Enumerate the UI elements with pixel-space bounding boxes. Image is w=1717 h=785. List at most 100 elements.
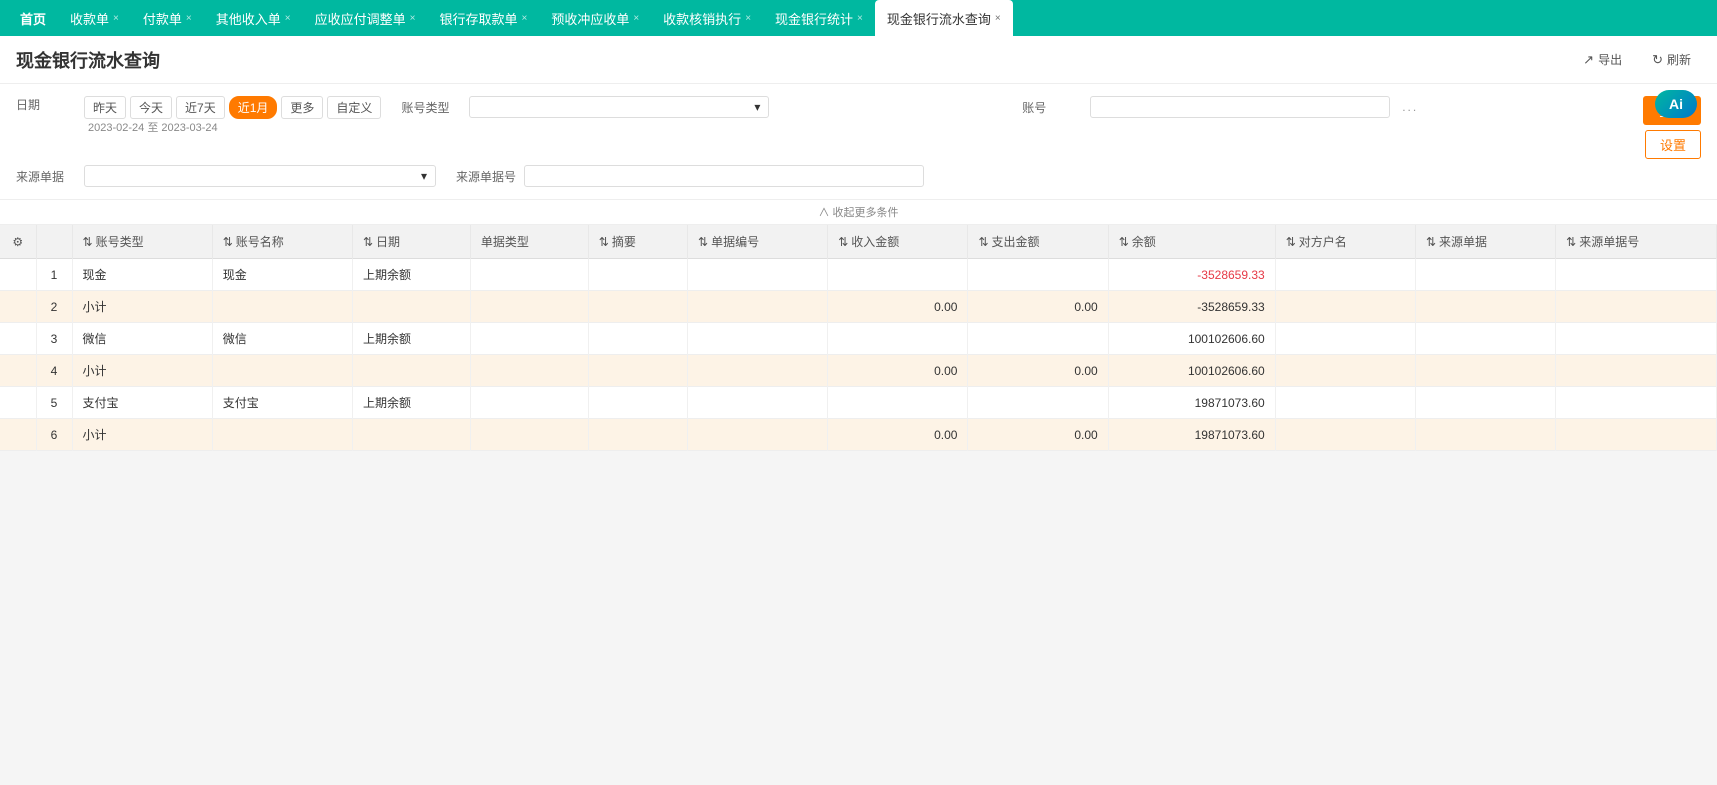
nav-item-fukuandan[interactable]: 付款单 × (131, 0, 204, 36)
td-summary (588, 419, 687, 451)
nav-item-shoukuandan[interactable]: 收款单 × (58, 0, 131, 36)
td-settings (0, 323, 36, 355)
account-dots[interactable]: ... (1398, 100, 1422, 114)
table-body: 1 现金 现金 上期余额 -3528659.33 2 小计 0.00 0.00 … (0, 259, 1717, 451)
nav-close-icon[interactable]: × (186, 13, 192, 24)
th-date[interactable]: ⇅日期 (352, 225, 470, 259)
date-btn-yesterday[interactable]: 昨天 (84, 96, 126, 119)
table-row[interactable]: 1 现金 现金 上期余额 -3528659.33 (0, 259, 1717, 291)
table-row[interactable]: 3 微信 微信 上期余额 100102606.60 (0, 323, 1717, 355)
table-row[interactable]: 2 小计 0.00 0.00 -3528659.33 (0, 291, 1717, 323)
td-date (352, 355, 470, 387)
nav-close-icon[interactable]: × (995, 13, 1001, 24)
th-account-type[interactable]: ⇅账号类型 (72, 225, 212, 259)
source-doc-no-input[interactable] (524, 165, 924, 187)
td-doc-no (688, 291, 828, 323)
td-account-type: 小计 (72, 291, 212, 323)
td-doc-type (470, 323, 588, 355)
td-doc-no (688, 419, 828, 451)
td-index: 1 (36, 259, 72, 291)
date-range-display: 2023-02-24 至 2023-03-24 (88, 119, 381, 135)
nav-close-icon[interactable]: × (521, 13, 527, 24)
date-btn-1month[interactable]: 近1月 (229, 96, 278, 119)
date-btn-7days[interactable]: 近7天 (176, 96, 225, 119)
th-index (36, 225, 72, 259)
nav-item-yingshoutiaozheng[interactable]: 应收应付调整单 × (303, 0, 428, 36)
nav-item-qitashouru[interactable]: 其他收入单 × (204, 0, 303, 36)
th-expense[interactable]: ⇅支出金额 (968, 225, 1108, 259)
ai-assistant-button[interactable]: Ai (1655, 90, 1697, 118)
td-balance: 19871073.60 (1108, 419, 1275, 451)
th-settings[interactable]: ⚙ (0, 225, 36, 259)
th-account-name[interactable]: ⇅账号名称 (212, 225, 352, 259)
settings-button[interactable]: 设置 (1645, 130, 1701, 159)
td-account-type: 小计 (72, 419, 212, 451)
nav-close-icon[interactable]: × (745, 13, 751, 24)
td-expense (968, 259, 1108, 291)
source-doc-select[interactable]: ▾ (84, 165, 436, 187)
nav-item-shoukuanzhixing[interactable]: 收款核销执行 × (651, 0, 763, 36)
refresh-button[interactable]: ↻ 刷新 (1642, 47, 1701, 72)
td-expense: 0.00 (968, 355, 1108, 387)
td-source-doc (1415, 259, 1555, 291)
th-balance[interactable]: ⇅余额 (1108, 225, 1275, 259)
td-doc-type (470, 387, 588, 419)
th-doc-no[interactable]: ⇅单据编号 (688, 225, 828, 259)
td-account-type: 现金 (72, 259, 212, 291)
td-source-doc (1415, 355, 1555, 387)
data-table-container: ⚙ ⇅账号类型 ⇅账号名称 ⇅日期 单据类型 ⇅摘要 (0, 225, 1717, 451)
td-account-name (212, 355, 352, 387)
nav-home[interactable]: 首页 (8, 0, 58, 36)
account-input[interactable] (1090, 96, 1390, 118)
td-doc-no (688, 323, 828, 355)
th-source-doc[interactable]: ⇅来源单据 (1415, 225, 1555, 259)
nav-item-yinghangcunqu[interactable]: 银行存取款单 × (427, 0, 539, 36)
table-row[interactable]: 6 小计 0.00 0.00 19871073.60 (0, 419, 1717, 451)
nav-close-icon[interactable]: × (410, 13, 416, 24)
td-date (352, 291, 470, 323)
nav-close-icon[interactable]: × (857, 13, 863, 24)
date-btn-today[interactable]: 今天 (130, 96, 172, 119)
collapse-arrow-icon: ∧ (818, 207, 832, 219)
td-account-name: 微信 (212, 323, 352, 355)
nav-close-icon[interactable]: × (285, 13, 291, 24)
td-account-type: 微信 (72, 323, 212, 355)
nav-item-xianjinyinhangliushui[interactable]: 现金银行流水查询 × (875, 0, 1013, 36)
td-account-name: 支付宝 (212, 387, 352, 419)
td-summary (588, 291, 687, 323)
td-index: 4 (36, 355, 72, 387)
date-btn-custom[interactable]: 自定义 (327, 96, 381, 119)
table-header: ⚙ ⇅账号类型 ⇅账号名称 ⇅日期 单据类型 ⇅摘要 (0, 225, 1717, 259)
th-source-doc-no[interactable]: ⇅来源单据号 (1556, 225, 1717, 259)
nav-item-xianjinyinhangtongji[interactable]: 现金银行统计 × (763, 0, 875, 36)
date-filter-group: 昨天 今天 近7天 近1月 更多 自定义 2023-02-24 至 2023-0… (84, 96, 381, 135)
th-income[interactable]: ⇅收入金额 (828, 225, 968, 259)
td-expense: 0.00 (968, 291, 1108, 323)
nav-label: 其他收入单 (216, 9, 281, 28)
table-row[interactable]: 4 小计 0.00 0.00 100102606.60 (0, 355, 1717, 387)
td-summary (588, 355, 687, 387)
td-source-doc-no (1556, 259, 1717, 291)
account-type-select[interactable]: ▾ (469, 96, 769, 118)
export-button[interactable]: ↗ 导出 (1573, 47, 1632, 72)
nav-item-yushouzhong[interactable]: 预收冲应收单 × (539, 0, 651, 36)
nav-close-icon[interactable]: × (113, 13, 119, 24)
date-btn-more[interactable]: 更多 (281, 96, 323, 119)
td-source-doc-no (1556, 419, 1717, 451)
table-row[interactable]: 5 支付宝 支付宝 上期余额 19871073.60 (0, 387, 1717, 419)
nav-label: 银行存取款单 (439, 9, 517, 28)
td-source-doc (1415, 323, 1555, 355)
collapse-label: 收起更多条件 (833, 207, 899, 219)
th-summary[interactable]: ⇅摘要 (588, 225, 687, 259)
td-counterparty (1275, 387, 1415, 419)
collapse-bar[interactable]: ∧ 收起更多条件 (0, 200, 1717, 225)
td-index: 2 (36, 291, 72, 323)
nav-label: 收款核销执行 (663, 9, 741, 28)
settings-gear-icon[interactable]: ⚙ (12, 235, 23, 249)
nav-close-icon[interactable]: × (633, 13, 639, 24)
td-settings (0, 291, 36, 323)
refresh-icon: ↻ (1652, 52, 1663, 68)
th-counterparty[interactable]: ⇅对方户名 (1275, 225, 1415, 259)
td-account-name (212, 419, 352, 451)
filter-area: 日期 昨天 今天 近7天 近1月 更多 自定义 2023-02-24 至 202… (0, 84, 1717, 200)
